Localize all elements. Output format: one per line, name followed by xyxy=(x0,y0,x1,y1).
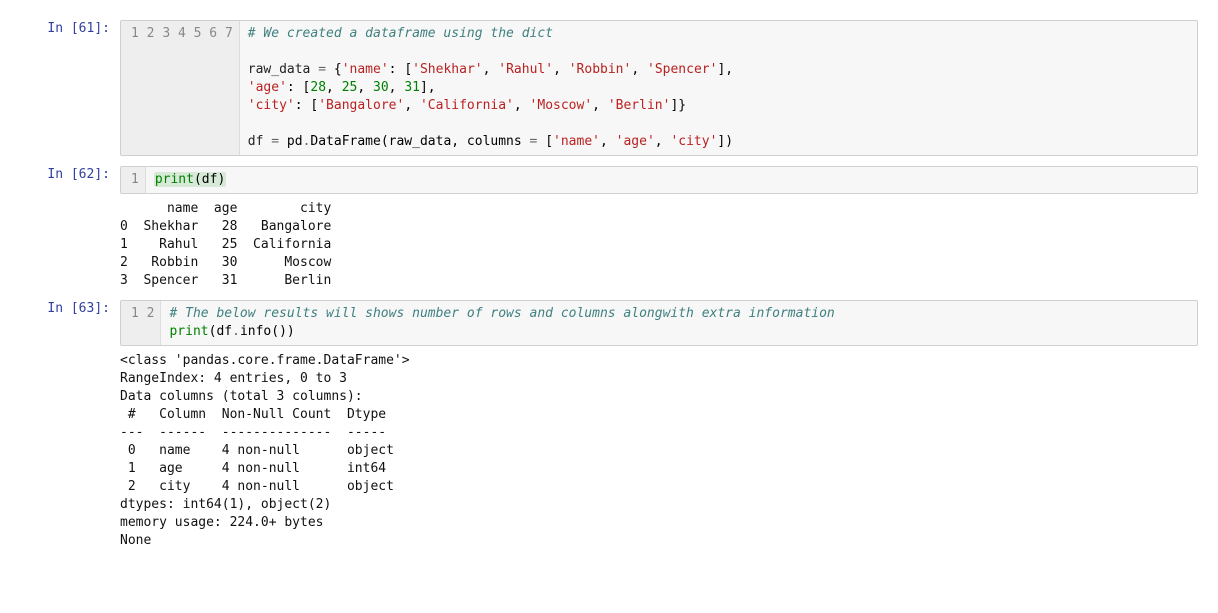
code-text-63[interactable]: # The below results will shows number of… xyxy=(161,301,1197,345)
prompt-62: In [62]: xyxy=(20,166,120,290)
cell-61: In [61]: 1 2 3 4 5 6 7 # We created a da… xyxy=(20,20,1198,156)
output-63: <class 'pandas.core.frame.DataFrame'> Ra… xyxy=(120,346,1198,550)
cell-63: In [63]: 1 2 # The below results will sh… xyxy=(20,300,1198,550)
cell-body-63: 1 2 # The below results will shows numbe… xyxy=(120,300,1198,550)
prompt-63: In [63]: xyxy=(20,300,120,550)
code-input-63[interactable]: 1 2 # The below results will shows numbe… xyxy=(120,300,1198,346)
gutter-62: 1 xyxy=(121,167,146,193)
code-input-62[interactable]: 1 print(df) xyxy=(120,166,1198,194)
output-62: name age city 0 Shekhar 28 Bangalore 1 R… xyxy=(120,194,1198,290)
gutter-63: 1 2 xyxy=(121,301,161,345)
prompt-61: In [61]: xyxy=(20,20,120,156)
code-text-62[interactable]: print(df) xyxy=(146,167,1197,193)
code-text-61[interactable]: # We created a dataframe using the dict … xyxy=(240,21,1197,155)
cell-body-62: 1 print(df) name age city 0 Shekhar 28 B… xyxy=(120,166,1198,290)
cell-62: In [62]: 1 print(df) name age city 0 She… xyxy=(20,166,1198,290)
cell-body-61: 1 2 3 4 5 6 7 # We created a dataframe u… xyxy=(120,20,1198,156)
gutter-61: 1 2 3 4 5 6 7 xyxy=(121,21,240,155)
code-input-61[interactable]: 1 2 3 4 5 6 7 # We created a dataframe u… xyxy=(120,20,1198,156)
